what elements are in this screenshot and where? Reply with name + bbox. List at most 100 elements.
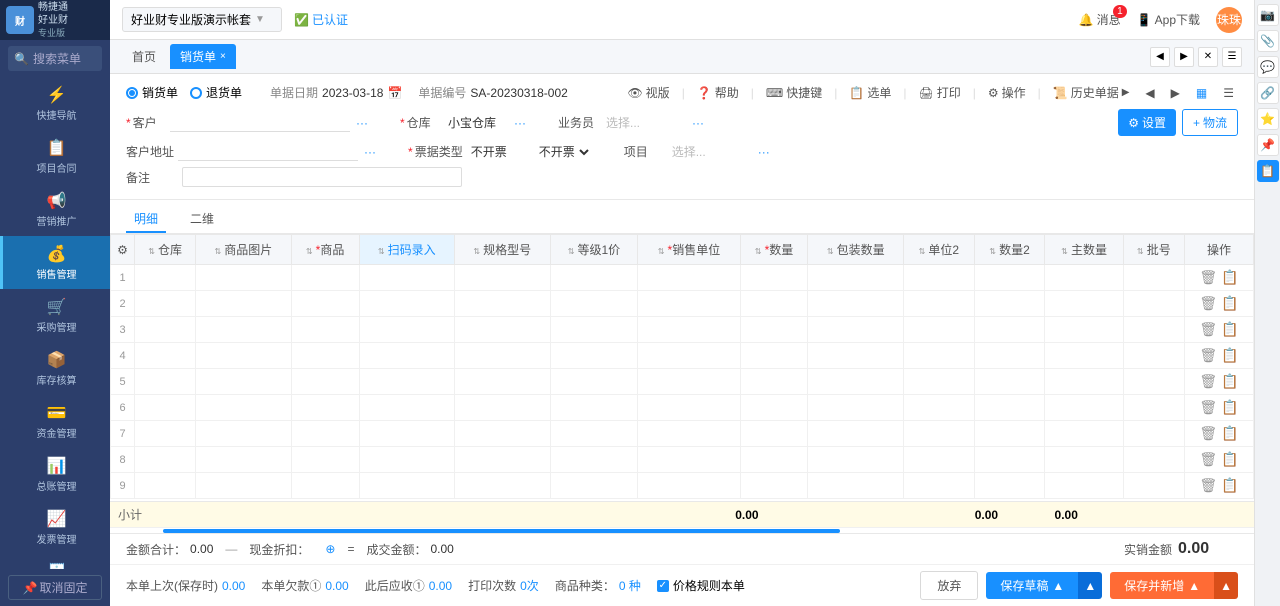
warehouse-dots[interactable]: ··· xyxy=(514,116,526,130)
tab-close-all-button[interactable]: ✕ xyxy=(1198,47,1218,67)
copy-icon[interactable]: 📋 xyxy=(1221,347,1238,364)
table-cell[interactable] xyxy=(135,291,196,317)
table-cell[interactable] xyxy=(903,473,974,499)
salesperson-dots[interactable]: ··· xyxy=(692,116,704,130)
table-cell[interactable] xyxy=(1045,343,1123,369)
table-cell[interactable] xyxy=(359,447,455,473)
table-cell[interactable] xyxy=(638,473,740,499)
tab-two-dim[interactable]: 二维 xyxy=(182,206,222,233)
table-cell[interactable] xyxy=(1045,291,1123,317)
table-cell[interactable] xyxy=(196,395,292,421)
th-batch[interactable]: ⇅ 批号 xyxy=(1123,235,1184,265)
table-cell[interactable] xyxy=(550,265,638,291)
table-cell[interactable] xyxy=(291,317,359,343)
delete-icon[interactable]: 🗑 xyxy=(1199,477,1217,494)
tab-next-button[interactable]: ▶ xyxy=(1174,47,1194,67)
table-cell[interactable] xyxy=(638,291,740,317)
customer-dots[interactable]: ··· xyxy=(356,116,368,130)
table-cell[interactable] xyxy=(1123,343,1184,369)
table-cell[interactable] xyxy=(196,265,292,291)
th-warehouse[interactable]: ⇅ 仓库 xyxy=(135,235,196,265)
table-cell[interactable] xyxy=(808,421,904,447)
table-cell[interactable] xyxy=(455,473,551,499)
sidebar-item-tax[interactable]: 🧾 税务管理 xyxy=(0,554,110,569)
table-cell[interactable] xyxy=(740,369,808,395)
table-cell[interactable] xyxy=(359,265,455,291)
th-spec[interactable]: ⇅ 规格型号 xyxy=(455,235,551,265)
th-settings[interactable]: ⚙ xyxy=(111,235,135,265)
table-cell[interactable] xyxy=(740,343,808,369)
radio-return-order[interactable]: 退货单 xyxy=(190,84,242,101)
ops-button[interactable]: ⚙ 操作 xyxy=(984,82,1030,103)
save-draft-button[interactable]: 保存草稿 ▲ xyxy=(986,572,1078,599)
table-cell[interactable] xyxy=(740,291,808,317)
copy-icon[interactable]: 📋 xyxy=(1221,477,1238,494)
table-cell[interactable] xyxy=(808,395,904,421)
copy-icon[interactable]: 📋 xyxy=(1221,295,1238,312)
table-cell[interactable] xyxy=(550,291,638,317)
table-cell[interactable] xyxy=(196,291,292,317)
rp-btn-active[interactable]: 📋 xyxy=(1257,160,1279,182)
sidebar-item-inventory[interactable]: 📦 库存核算 xyxy=(0,342,110,395)
sidebar-item-purchase[interactable]: 🛒 采购管理 xyxy=(0,289,110,342)
rp-btn-5[interactable]: ⭐ xyxy=(1257,108,1279,130)
save-new-arrow-button[interactable]: ▲ xyxy=(1214,572,1238,599)
th-product[interactable]: ⇅ *商品 xyxy=(291,235,359,265)
table-cell[interactable] xyxy=(974,473,1045,499)
table-cell[interactable] xyxy=(455,395,551,421)
table-cell[interactable] xyxy=(808,291,904,317)
table-cell[interactable] xyxy=(638,447,740,473)
table-cell[interactable] xyxy=(638,317,740,343)
search-menu-button[interactable]: 🔍 搜索菜单 xyxy=(8,46,102,71)
company-selector[interactable]: 好业财专业版演示帐套 ▼ xyxy=(122,7,282,32)
table-cell[interactable] xyxy=(1123,421,1184,447)
delete-icon[interactable]: 🗑 xyxy=(1199,347,1217,364)
table-cell[interactable] xyxy=(1123,447,1184,473)
delete-icon[interactable]: 🗑 xyxy=(1199,269,1217,286)
copy-icon[interactable]: 📋 xyxy=(1221,399,1238,416)
table-cell[interactable] xyxy=(808,317,904,343)
table-cell[interactable] xyxy=(196,369,292,395)
table-cell[interactable] xyxy=(974,265,1045,291)
sidebar-item-marketing[interactable]: 📢 营销推广 xyxy=(0,183,110,236)
delete-icon[interactable]: 🗑 xyxy=(1199,425,1217,442)
horizontal-scrollbar[interactable] xyxy=(163,529,840,533)
table-cell[interactable] xyxy=(974,421,1045,447)
table-cell[interactable] xyxy=(1045,369,1123,395)
sidebar-item-reports[interactable]: 📈 发票管理 xyxy=(0,501,110,554)
table-cell[interactable] xyxy=(740,473,808,499)
table-cell[interactable] xyxy=(903,317,974,343)
rp-btn-4[interactable]: 🔗 xyxy=(1257,82,1279,104)
table-cell[interactable] xyxy=(974,317,1045,343)
table-cell[interactable] xyxy=(359,395,455,421)
th-qty2[interactable]: ⇅ 数量2 xyxy=(974,235,1045,265)
table-cell[interactable] xyxy=(1123,291,1184,317)
save-draft-arrow-button[interactable]: ▲ xyxy=(1078,572,1102,599)
invoice-value[interactable]: 不开票 xyxy=(471,143,531,160)
table-cell[interactable] xyxy=(903,421,974,447)
invoice-dropdown[interactable]: 不开票 xyxy=(535,144,592,160)
copy-icon[interactable]: 📋 xyxy=(1221,425,1238,442)
delete-icon[interactable]: 🗑 xyxy=(1199,295,1217,312)
table-cell[interactable] xyxy=(291,291,359,317)
tab-detail[interactable]: 明细 xyxy=(126,206,166,233)
user-avatar[interactable]: 珠珠 xyxy=(1216,7,1242,33)
table-cell[interactable] xyxy=(808,265,904,291)
delete-icon[interactable]: 🗑 xyxy=(1199,321,1217,338)
th-unit2[interactable]: ⇅ 单位2 xyxy=(903,235,974,265)
table-cell[interactable] xyxy=(359,421,455,447)
table-cell[interactable] xyxy=(1123,265,1184,291)
sidebar-item-sales[interactable]: 💰 销售管理 xyxy=(0,236,110,289)
tab-home[interactable]: 首页 xyxy=(122,44,166,69)
print-button[interactable]: 🖨 打印 xyxy=(914,82,964,103)
table-cell[interactable] xyxy=(740,265,808,291)
table-cell[interactable] xyxy=(974,369,1045,395)
price-rule-checkbox[interactable]: ✓ 价格规则本单 xyxy=(657,577,745,594)
table-cell[interactable] xyxy=(291,395,359,421)
table-cell[interactable] xyxy=(740,447,808,473)
table-cell[interactable] xyxy=(291,369,359,395)
select-order-button[interactable]: 📋 选单 xyxy=(845,82,895,103)
table-cell[interactable] xyxy=(455,265,551,291)
th-product-img[interactable]: ⇅ 商品图片 xyxy=(196,235,292,265)
abandon-button[interactable]: 放弃 xyxy=(920,571,978,600)
